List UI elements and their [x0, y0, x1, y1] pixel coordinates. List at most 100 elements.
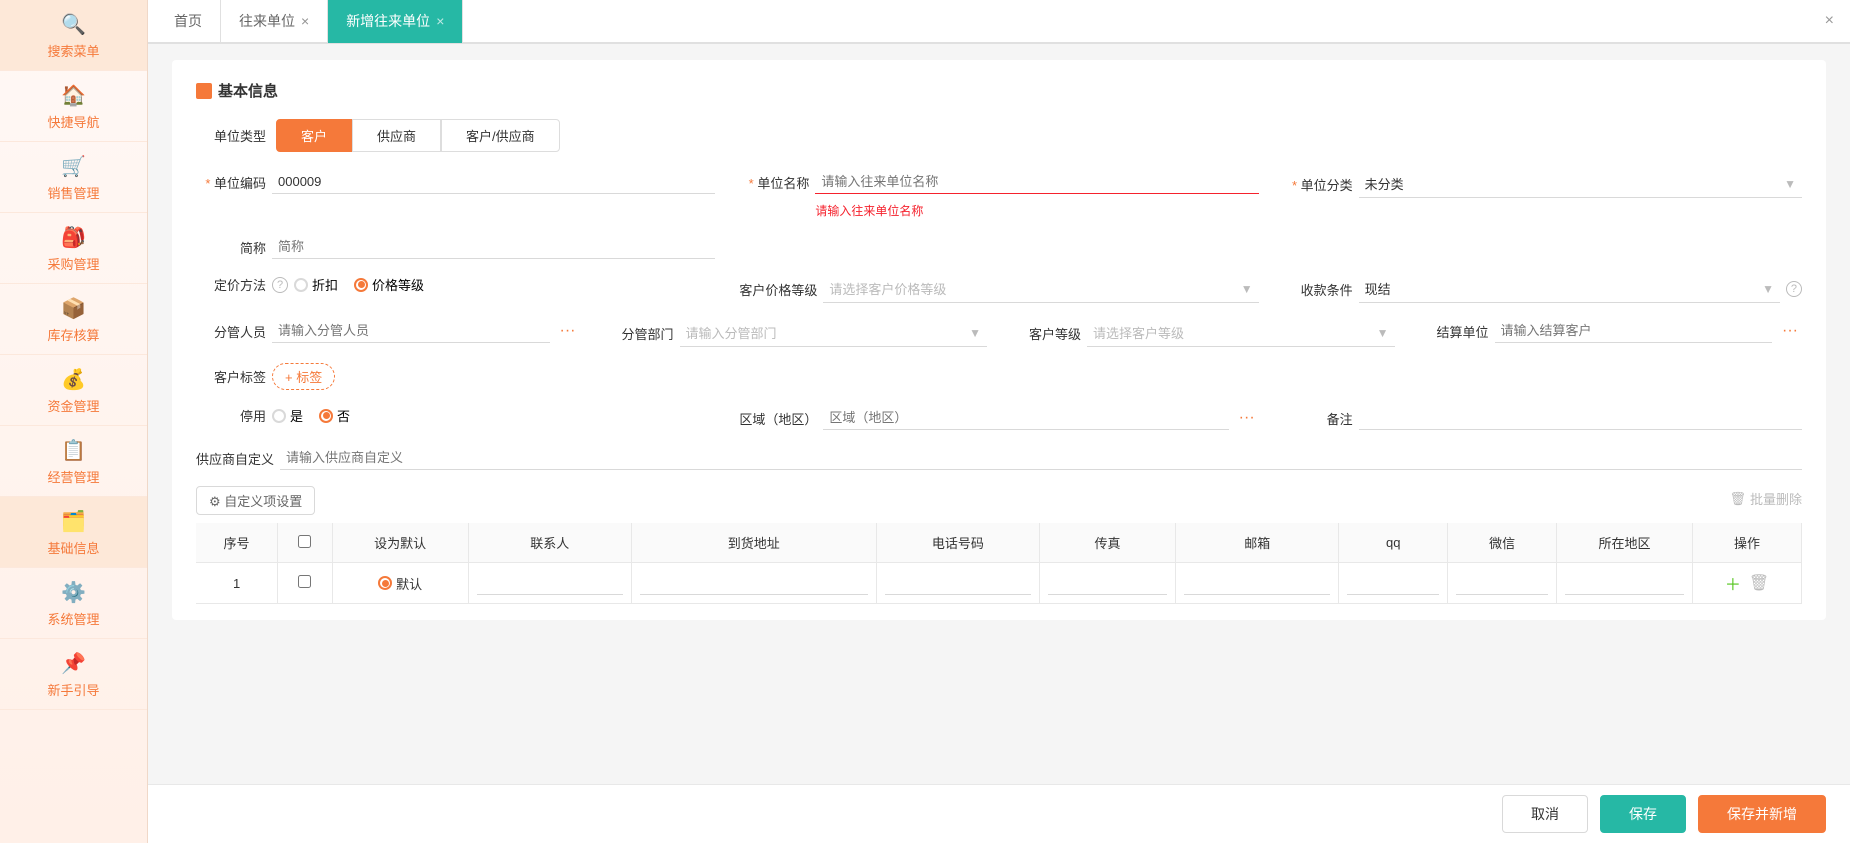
payment-terms-select[interactable]: 现结 ▼ [1359, 275, 1780, 303]
sidebar: 🔍 搜索菜单 🏠 快捷导航 🛒 销售管理 🎒 采购管理 📦 库存核算 💰 资金管… [0, 0, 148, 843]
remark-input[interactable] [1359, 406, 1802, 430]
form-row-3: 定价方法 ? 折扣 价格等级 [196, 275, 1802, 303]
field-customer-level: 客户等级 请选择客户等级 ▼ [1011, 319, 1395, 347]
region-ellipsis[interactable]: ··· [1235, 409, 1259, 427]
row-add-icon[interactable]: ＋ [1725, 571, 1741, 595]
save-button[interactable]: 保存 [1600, 795, 1686, 833]
td-fax-input[interactable] [1048, 571, 1167, 595]
td-email-input[interactable] [1184, 571, 1330, 595]
td-phone-input[interactable] [885, 571, 1031, 595]
department-chevron: ▼ [969, 326, 981, 340]
settlement-unit-input[interactable] [1495, 319, 1773, 343]
radio-discount-circle [294, 278, 308, 292]
supplier-custom-label: 供应商自定义 [196, 449, 274, 468]
type-btn-customer[interactable]: 客户 [276, 119, 352, 152]
sidebar-item-search[interactable]: 🔍 搜索菜单 [0, 0, 147, 71]
inventory-icon: 📦 [61, 296, 86, 321]
th-email: 邮箱 [1176, 523, 1339, 563]
unit-name-input[interactable] [815, 170, 1258, 194]
short-name-label: 简称 [196, 238, 266, 257]
field-supplier-custom: 供应商自定义 [196, 446, 1802, 470]
sidebar-label-guide: 新手引导 [47, 680, 99, 699]
supervisor-input[interactable] [272, 319, 550, 343]
radio-discount[interactable]: 折扣 [294, 275, 338, 294]
department-select[interactable]: 请输入分管部门 ▼ [680, 319, 988, 347]
td-default-radio[interactable]: 默认 [378, 574, 422, 593]
supplier-custom-input[interactable] [280, 446, 1802, 470]
td-contact-input[interactable] [477, 571, 623, 595]
th-fax: 传真 [1040, 523, 1176, 563]
custom-settings-button[interactable]: ⚙ 自定义项设置 [196, 486, 315, 515]
radio-disabled-no[interactable]: 否 [319, 406, 350, 425]
radio-discount-label: 折扣 [312, 275, 338, 294]
customer-price-level-placeholder: 请选择客户价格等级 [829, 279, 946, 298]
region-input[interactable] [823, 406, 1228, 430]
field-region: 区域（地区） ··· [739, 406, 1258, 430]
tab-partners[interactable]: 往来单位 × [221, 0, 328, 43]
radio-disabled-no-dot [323, 412, 330, 419]
form-row-1: 单位编码 单位名称 请输入往来单位名称 单位分类 未分类 ▼ [196, 170, 1802, 219]
sidebar-item-system[interactable]: ⚙️ 系统管理 [0, 568, 147, 639]
type-btn-supplier[interactable]: 供应商 [352, 119, 441, 152]
field-disabled: 停用 是 否 [196, 406, 715, 425]
unit-code-input[interactable] [272, 170, 715, 194]
th-action: 操作 [1693, 523, 1802, 563]
tab-new-partner[interactable]: 新增往来单位 × [328, 0, 463, 43]
settlement-unit-ellipsis[interactable]: ··· [1778, 322, 1802, 340]
th-region: 所在地区 [1557, 523, 1693, 563]
save-and-new-button[interactable]: 保存并新增 [1698, 795, 1826, 833]
sidebar-item-basics[interactable]: 🗂️ 基础信息 [0, 497, 147, 568]
sidebar-item-purchase[interactable]: 🎒 采购管理 [0, 213, 147, 284]
supervisor-ellipsis[interactable]: ··· [556, 322, 580, 340]
customer-level-select[interactable]: 请选择客户等级 ▼ [1087, 319, 1395, 347]
td-qq-input[interactable] [1347, 571, 1439, 595]
batch-delete-icon: 🗑 [1729, 491, 1746, 507]
customer-price-level-chevron: ▼ [1241, 282, 1253, 296]
sidebar-item-quicknav[interactable]: 🏠 快捷导航 [0, 71, 147, 142]
form-row-5: 客户标签 + 标签 [196, 363, 1802, 390]
cancel-button[interactable]: 取消 [1502, 795, 1588, 833]
radio-disabled-no-label: 否 [337, 406, 350, 425]
unit-type-label: 单位类型 [196, 126, 276, 145]
pricing-method-help[interactable]: ? [272, 277, 288, 293]
short-name-input[interactable] [272, 235, 715, 259]
td-wechat-input[interactable] [1456, 571, 1548, 595]
field-department: 分管部门 请输入分管部门 ▼ [604, 319, 988, 347]
th-seq: 序号 [196, 523, 278, 563]
sidebar-item-inventory[interactable]: 📦 库存核算 [0, 284, 147, 355]
field-unit-code: 单位编码 [196, 170, 715, 194]
field-customer-tag: 客户标签 + 标签 [196, 363, 1802, 390]
purchase-icon: 🎒 [61, 225, 86, 250]
field-supervisor: 分管人员 ··· [196, 319, 580, 343]
add-tag-button[interactable]: + 标签 [272, 363, 335, 390]
radio-disabled-yes[interactable]: 是 [272, 406, 303, 425]
sidebar-item-operations[interactable]: 📋 经营管理 [0, 426, 147, 497]
unit-code-label: 单位编码 [196, 173, 266, 192]
customer-price-level-select[interactable]: 请选择客户价格等级 ▼ [823, 275, 1258, 303]
sidebar-label-operations: 经营管理 [47, 467, 99, 486]
tab-home[interactable]: 首页 [156, 0, 221, 43]
sidebar-item-sales[interactable]: 🛒 销售管理 [0, 142, 147, 213]
unit-category-select[interactable]: 未分类 ▼ [1359, 170, 1802, 198]
batch-delete-button[interactable]: 🗑 批量删除 [1729, 489, 1802, 508]
field-pricing-method: 定价方法 ? 折扣 价格等级 [196, 275, 715, 294]
payment-terms-help[interactable]: ? [1786, 281, 1802, 297]
batch-delete-label: 批量删除 [1750, 489, 1802, 508]
row-checkbox[interactable] [298, 575, 311, 588]
type-btn-both[interactable]: 客户/供应商 [441, 119, 560, 152]
radio-disabled-yes-label: 是 [290, 406, 303, 425]
row-action-icons: ＋ 🗑 [1701, 571, 1793, 595]
td-default-label: 默认 [396, 574, 422, 593]
th-select-all[interactable] [298, 535, 311, 548]
tab-partners-close[interactable]: × [301, 13, 309, 29]
sidebar-item-finance[interactable]: 💰 资金管理 [0, 355, 147, 426]
sales-icon: 🛒 [61, 154, 86, 179]
td-region-input[interactable] [1565, 571, 1684, 595]
td-address-input[interactable] [640, 571, 868, 595]
tabs-close-all[interactable]: × [1825, 12, 1850, 30]
radio-price-level-dot [358, 281, 365, 288]
tab-new-partner-close[interactable]: × [436, 13, 444, 29]
row-delete-icon[interactable]: 🗑 [1749, 573, 1769, 593]
radio-price-level[interactable]: 价格等级 [354, 275, 424, 294]
sidebar-item-guide[interactable]: 📌 新手引导 [0, 639, 147, 710]
